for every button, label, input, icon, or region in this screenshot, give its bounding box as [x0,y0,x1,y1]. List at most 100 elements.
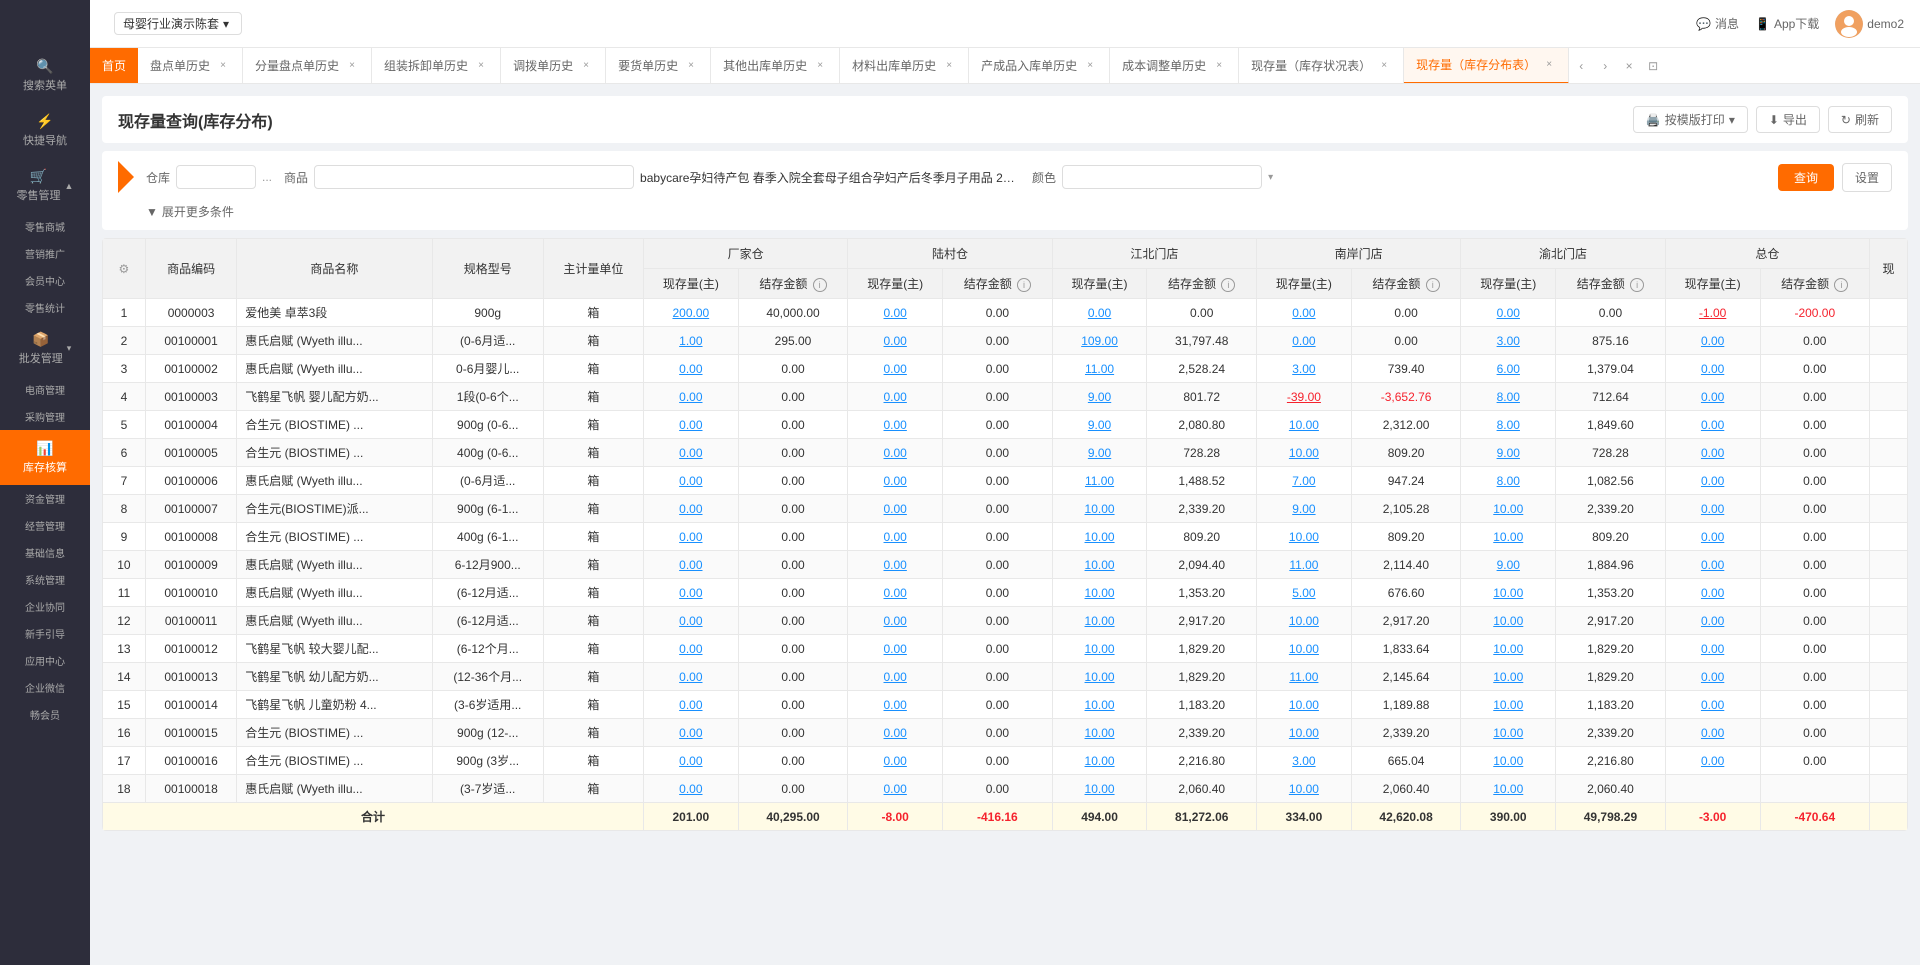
tab-branch-inventory[interactable]: 分量盘点单历史 × [243,48,372,84]
tab-nav-left[interactable]: ‹ [1569,48,1593,84]
tab-inventory-dist[interactable]: 现存量（库存分布表） × [1404,48,1569,84]
cell-factory-qty[interactable]: 0.00 [643,355,738,383]
tab-close-icon[interactable]: × [942,59,956,73]
cell-nb-qty[interactable]: 3.00 [1257,355,1352,383]
tab-assembly[interactable]: 组装拆卸单历史 × [372,48,501,84]
sidebar-item-retail-manage[interactable]: 🛒 零售管理 ▲ [0,158,90,213]
cell-total-qty[interactable]: 0.00 [1665,663,1760,691]
cell-factory-qty[interactable]: 0.00 [643,775,738,803]
sidebar-item-collab[interactable]: 企业协同 [0,593,90,620]
cell-nb-qty[interactable]: 0.00 [1257,299,1352,327]
cell-yb-qty[interactable]: 10.00 [1461,663,1556,691]
cell-total-qty[interactable]: 0.00 [1665,579,1760,607]
sidebar-item-search[interactable]: 🔍 搜索英单 [0,48,90,103]
cell-total-qty[interactable] [1665,775,1760,803]
cell-factory-qty[interactable]: 200.00 [643,299,738,327]
cell-jb-qty[interactable]: 9.00 [1052,411,1147,439]
cell-yb-qty[interactable]: 6.00 [1461,355,1556,383]
cell-total-qty[interactable]: 0.00 [1665,383,1760,411]
cell-factory-qty[interactable]: 0.00 [643,663,738,691]
cell-jb-qty[interactable]: 10.00 [1052,747,1147,775]
sidebar-item-wholesale[interactable]: 📦 批发管理 ▾ [0,321,90,376]
column-settings-icon[interactable]: ⚙ [116,261,132,277]
cell-lucun-qty[interactable]: 0.00 [848,663,943,691]
cell-total-qty[interactable]: 0.00 [1665,551,1760,579]
warehouse-dots[interactable]: ... [262,170,272,184]
cell-total-qty[interactable]: 0.00 [1665,327,1760,355]
cell-nb-qty[interactable]: 0.00 [1257,327,1352,355]
tab-close-icon[interactable]: × [684,59,698,73]
sidebar-item-quick-nav[interactable]: ⚡ 快捷导航 [0,103,90,158]
cell-yb-qty[interactable]: 8.00 [1461,383,1556,411]
sidebar-item-membership[interactable]: 畅会员 [0,701,90,728]
cell-lucun-qty[interactable]: 0.00 [848,635,943,663]
cell-jb-qty[interactable]: 9.00 [1052,439,1147,467]
cell-lucun-qty[interactable]: 0.00 [848,327,943,355]
cell-jb-qty[interactable]: 109.00 [1052,327,1147,355]
cell-lucun-qty[interactable]: 0.00 [848,551,943,579]
industry-selector[interactable]: 母婴行业演示陈套 ▾ [114,12,242,35]
tab-close-icon[interactable]: × [1377,59,1391,73]
cell-jb-qty[interactable]: 9.00 [1052,383,1147,411]
cell-jb-qty[interactable]: 0.00 [1052,299,1147,327]
cell-lucun-qty[interactable]: 0.00 [848,467,943,495]
cell-jb-qty[interactable]: 10.00 [1052,551,1147,579]
cell-factory-qty[interactable]: 0.00 [643,607,738,635]
cell-jb-qty[interactable]: 10.00 [1052,523,1147,551]
user-area[interactable]: demo2 [1835,10,1904,38]
cell-total-qty[interactable]: 0.00 [1665,355,1760,383]
sidebar-item-ecommerce[interactable]: 电商管理 [0,376,90,403]
cell-total-qty[interactable]: 0.00 [1665,523,1760,551]
message-btn[interactable]: 💬 消息 [1696,15,1739,32]
tab-cost-adjust[interactable]: 成本调整单历史 × [1110,48,1239,84]
cell-nb-qty[interactable]: 5.00 [1257,579,1352,607]
cell-jb-qty[interactable]: 10.00 [1052,663,1147,691]
tab-product-in[interactable]: 产成品入库单历史 × [969,48,1110,84]
cell-jb-qty[interactable]: 10.00 [1052,775,1147,803]
tab-close-icon[interactable]: × [345,59,359,73]
cell-total-qty[interactable]: 0.00 [1665,439,1760,467]
export-btn[interactable]: ⬇ 导出 [1756,106,1820,133]
cell-lucun-qty[interactable]: 0.00 [848,439,943,467]
tab-other-out[interactable]: 其他出库单历史 × [711,48,840,84]
cell-yb-qty[interactable]: 0.00 [1461,299,1556,327]
sidebar-item-retail-stats[interactable]: 零售统计 [0,294,90,321]
cell-lucun-qty[interactable]: 0.00 [848,775,943,803]
cell-nb-qty[interactable]: -39.00 [1257,383,1352,411]
setting-button[interactable]: 设置 [1842,163,1892,192]
cell-nb-qty[interactable]: 11.00 [1257,663,1352,691]
sidebar-item-purchase[interactable]: 采购管理 [0,403,90,430]
cell-jb-qty[interactable]: 10.00 [1052,719,1147,747]
info-icon[interactable]: i [1834,278,1848,292]
tab-close-icon[interactable]: × [1212,59,1226,73]
cell-nb-qty[interactable]: 9.00 [1257,495,1352,523]
tab-nav-close[interactable]: × [1617,48,1641,84]
cell-jb-qty[interactable]: 11.00 [1052,467,1147,495]
filter-toggle[interactable] [118,161,134,193]
cell-total-qty[interactable]: 0.00 [1665,719,1760,747]
cell-factory-qty[interactable]: 0.00 [643,467,738,495]
cell-nb-qty[interactable]: 10.00 [1257,719,1352,747]
cell-lucun-qty[interactable]: 0.00 [848,747,943,775]
tab-close-icon[interactable]: × [1083,59,1097,73]
expand-conditions-btn[interactable]: ▼ 展开更多条件 [146,203,234,220]
cell-nb-qty[interactable]: 7.00 [1257,467,1352,495]
cell-factory-qty[interactable]: 0.00 [643,747,738,775]
tab-home[interactable]: 首页 [90,48,138,84]
cell-nb-qty[interactable]: 10.00 [1257,775,1352,803]
cell-yb-qty[interactable]: 8.00 [1461,467,1556,495]
cell-nb-qty[interactable]: 10.00 [1257,607,1352,635]
sidebar-item-inventory[interactable]: 📊 库存核算 [0,430,90,485]
product-input[interactable] [314,165,634,189]
cell-lucun-qty[interactable]: 0.00 [848,523,943,551]
cell-lucun-qty[interactable]: 0.00 [848,495,943,523]
cell-factory-qty[interactable]: 0.00 [643,551,738,579]
sidebar-item-appcenter[interactable]: 应用中心 [0,647,90,674]
cell-lucun-qty[interactable]: 0.00 [848,355,943,383]
cell-total-qty[interactable]: 0.00 [1665,411,1760,439]
search-button[interactable]: 查询 [1778,164,1834,191]
tab-nav-expand[interactable]: ⊡ [1641,48,1665,84]
cell-lucun-qty[interactable]: 0.00 [848,383,943,411]
tab-close-icon[interactable]: × [579,59,593,73]
cell-factory-qty[interactable]: 0.00 [643,495,738,523]
